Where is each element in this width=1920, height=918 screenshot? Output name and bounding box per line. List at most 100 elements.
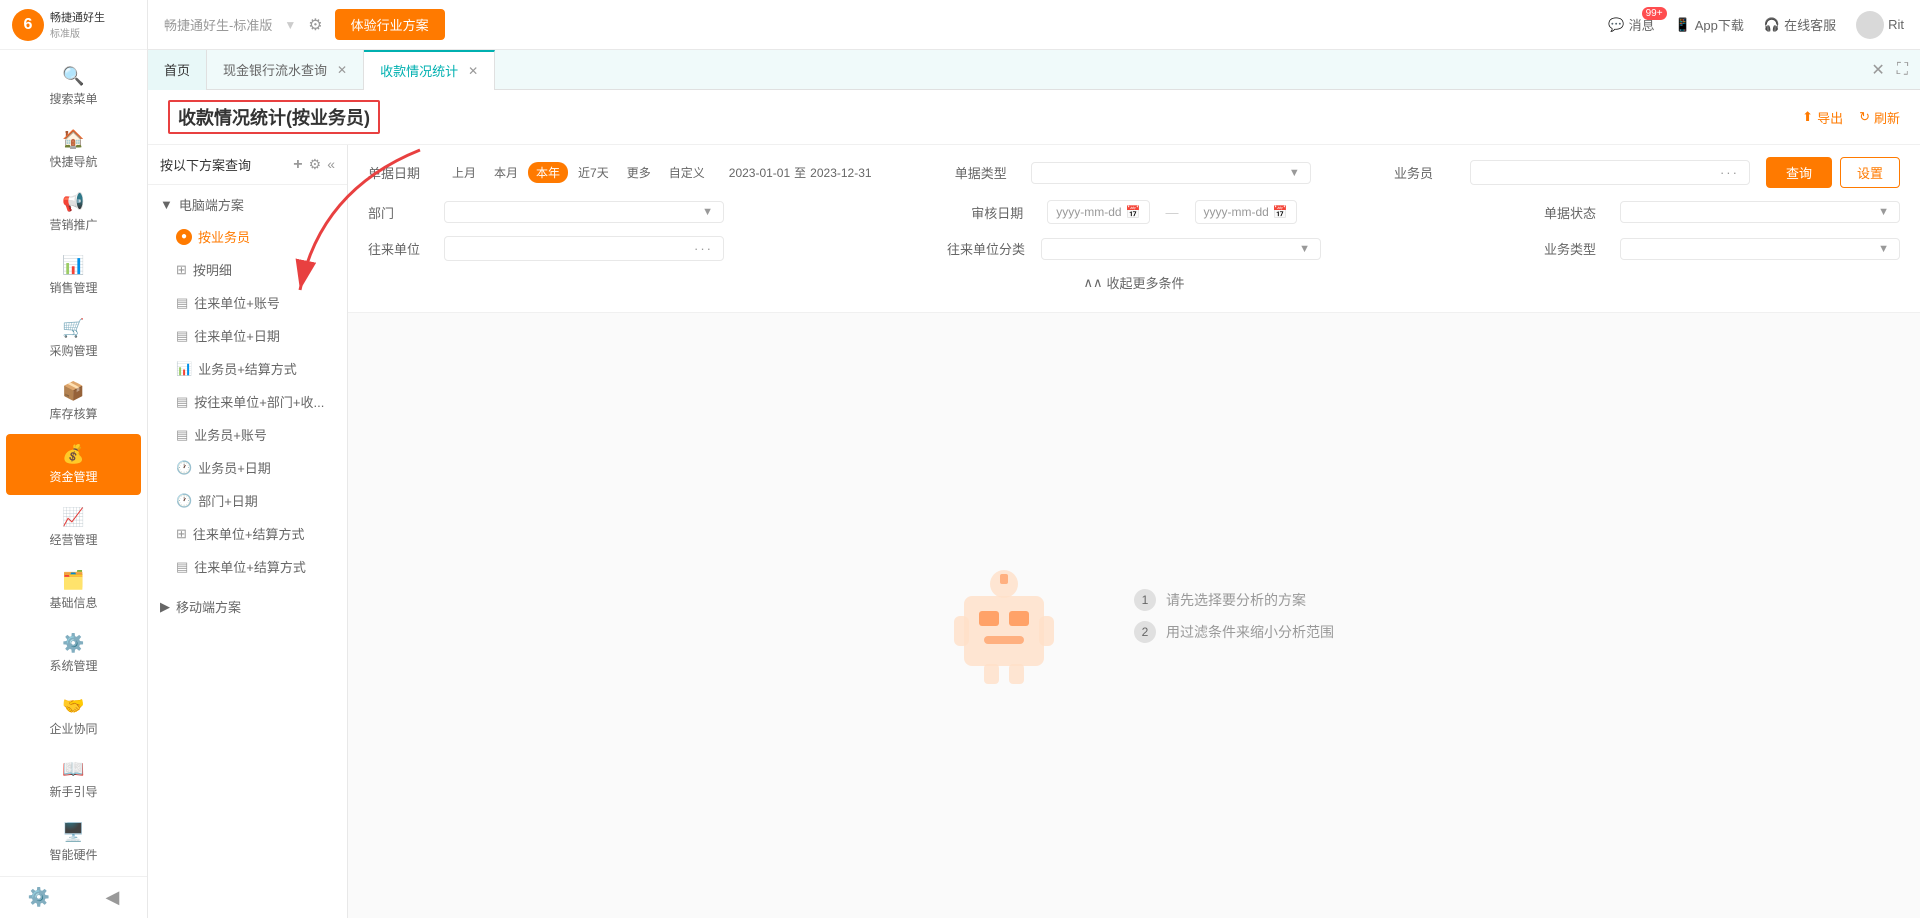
sidebar-item-system[interactable]: ⚙️ 系统管理 xyxy=(6,623,141,684)
partner-settlement1-icon: ⊞ xyxy=(176,526,187,542)
sidebar-item-hardware[interactable]: 🖥️ 智能硬件 xyxy=(6,812,141,873)
collapse-sidebar-icon[interactable]: ◀ xyxy=(105,887,119,908)
pc-plan-group-header[interactable]: ▼ 电脑端方案 xyxy=(148,189,347,220)
tab-expand-icon[interactable]: ⛶ xyxy=(1897,61,1908,79)
sidebar-item-inventory[interactable]: 📦 库存核算 xyxy=(6,371,141,432)
sidebar-item-sales[interactable]: 📊 销售管理 xyxy=(6,245,141,306)
left-panel: 按以下方案查询 + ⚙ « ▼ 电脑端方案 ● 按业务员 xyxy=(148,145,348,918)
plan-label-partner-account: 往来单位+账号 xyxy=(194,293,280,312)
date-tab-this-month[interactable]: 本月 xyxy=(486,162,526,183)
plan-label-detail: 按明细 xyxy=(193,260,232,279)
date-tab-custom[interactable]: 自定义 xyxy=(661,162,713,183)
user-avatar-area[interactable]: Rit xyxy=(1856,11,1904,39)
tab-receipt-close[interactable]: ✕ xyxy=(468,64,478,78)
topbar-dropdown-icon[interactable]: ▼ xyxy=(284,18,296,32)
plan-item-salesperson-date[interactable]: 🕐 业务员+日期 xyxy=(148,451,347,484)
sidebar-item-finance[interactable]: 💰 资金管理 xyxy=(6,434,141,495)
plan-settings-btn[interactable]: ⚙ xyxy=(309,156,322,174)
refresh-btn[interactable]: ↻ 刷新 xyxy=(1859,108,1900,127)
plan-label-salesperson-date: 业务员+日期 xyxy=(198,458,271,477)
tab-home[interactable]: 首页 xyxy=(148,50,207,90)
tab-bank[interactable]: 现金银行流水查询 ✕ xyxy=(207,50,364,90)
date-tab-more[interactable]: 更多 xyxy=(619,162,659,183)
calendar-from-icon[interactable]: 📅 xyxy=(1126,205,1141,219)
plan-label-salesperson-account: 业务员+账号 xyxy=(194,425,267,444)
step-1-num: 1 xyxy=(1134,589,1156,611)
nav-label-sales: 销售管理 xyxy=(49,279,97,296)
dept-select[interactable]: ▼ xyxy=(444,201,724,223)
mobile-plan-group-header[interactable]: ▶ 移动端方案 xyxy=(148,591,347,622)
nav-label-operations: 经营管理 xyxy=(49,531,97,548)
sidebar-item-purchase[interactable]: 🛒 采购管理 xyxy=(6,308,141,369)
plan-item-by-detail[interactable]: ⊞ 按明细 xyxy=(148,253,347,286)
nav-label-marketing: 营销推广 xyxy=(49,216,97,233)
date-tab-last-month[interactable]: 上月 xyxy=(444,162,484,183)
logo-name: 畅捷通好生 xyxy=(50,9,105,25)
review-date-from[interactable]: yyyy-mm-dd 📅 xyxy=(1047,200,1149,224)
query-btn[interactable]: 查询 xyxy=(1766,157,1832,188)
topbar-settings-icon[interactable]: ⚙ xyxy=(308,15,322,35)
empty-step-2: 2 用过滤条件来缩小分析范围 xyxy=(1134,621,1334,643)
sidebar-nav: 🔍 搜索菜单 🏠 快捷导航 📢 营销推广 📊 销售管理 🛒 采购管理 📦 库存核… xyxy=(0,50,147,876)
settings-btn[interactable]: 设置 xyxy=(1840,157,1900,188)
review-date-separator: — xyxy=(1166,205,1179,220)
panel-collapse-btn[interactable]: « xyxy=(327,156,335,174)
pc-group-collapse-icon: ▼ xyxy=(160,197,173,212)
basic-icon: 🗂️ xyxy=(62,570,84,591)
plan-item-salesperson-account[interactable]: ▤ 业务员+账号 xyxy=(148,418,347,451)
dept-label: 部门 xyxy=(368,203,428,222)
message-btn[interactable]: 💬 消息 99+ xyxy=(1608,15,1654,34)
partner-type-select[interactable]: ▼ xyxy=(1041,238,1321,260)
doc-type-select[interactable]: ▼ xyxy=(1031,162,1311,184)
doc-type-chevron: ▼ xyxy=(1289,167,1300,179)
plan-item-partner-dept-income[interactable]: ▤ 按往来单位+部门+收... xyxy=(148,385,347,418)
filter-actions-row1: 查询 设置 xyxy=(1766,157,1900,188)
tab-receipt[interactable]: 收款情况统计 ✕ xyxy=(364,50,495,90)
date-label: 单据日期 xyxy=(368,163,428,182)
plan-item-partner-settlement2[interactable]: ▤ 往来单位+结算方式 xyxy=(148,550,347,583)
salesperson-date-icon: 🕐 xyxy=(176,460,192,476)
trial-btn[interactable]: 体验行业方案 xyxy=(335,9,445,40)
nav-label-hardware: 智能硬件 xyxy=(49,846,97,863)
nav-label-system: 系统管理 xyxy=(49,657,97,674)
export-icon: ⬆ xyxy=(1802,109,1813,125)
left-panel-title: 按以下方案查询 xyxy=(160,155,251,174)
review-date-to[interactable]: yyyy-mm-dd 📅 xyxy=(1195,200,1297,224)
plan-label-salesperson-settlement: 业务员+结算方式 xyxy=(198,359,297,378)
plan-item-partner-account[interactable]: ▤ 往来单位+账号 xyxy=(148,286,347,319)
sidebar-item-guide[interactable]: 📖 新手引导 xyxy=(6,749,141,810)
sidebar-item-basic[interactable]: 🗂️ 基础信息 xyxy=(6,560,141,621)
settings-bottom-icon[interactable]: ⚙️ xyxy=(28,887,50,908)
partner-more-dots[interactable]: ··· xyxy=(694,241,713,256)
date-tab-7days[interactable]: 近7天 xyxy=(570,162,617,183)
online-service-btn[interactable]: 🎧 在线客服 xyxy=(1764,15,1836,34)
salesperson-more-dots[interactable]: ··· xyxy=(1720,165,1739,180)
pc-plan-group: ▼ 电脑端方案 ● 按业务员 ⊞ 按明细 ▤ 往来单位+账号 xyxy=(148,185,347,587)
collapse-filter-btn[interactable]: ∧∧ 收起更多条件 xyxy=(368,273,1900,292)
sidebar-item-marketing[interactable]: 📢 营销推广 xyxy=(6,182,141,243)
hardware-icon: 🖥️ xyxy=(62,822,84,843)
right-panel: 单据日期 上月 本月 本年 近7天 更多 自定义 2023-01-01 至 xyxy=(348,145,1920,918)
plan-item-partner-date[interactable]: ▤ 往来单位+日期 xyxy=(148,319,347,352)
sidebar-item-search[interactable]: 🔍 搜索菜单 xyxy=(6,56,141,117)
plan-item-salesperson-settlement[interactable]: 📊 业务员+结算方式 xyxy=(148,352,347,385)
app-download-btn[interactable]: 📱 App下载 xyxy=(1675,15,1744,34)
add-plan-btn[interactable]: + xyxy=(293,156,302,174)
tab-bank-close[interactable]: ✕ xyxy=(337,63,347,77)
date-tab-this-year[interactable]: 本年 xyxy=(528,162,568,183)
plan-item-dept-date[interactable]: 🕐 部门+日期 xyxy=(148,484,347,517)
sidebar: 6 畅捷通好生 标准版 🔍 搜索菜单 🏠 快捷导航 📢 营销推广 📊 销售管理 … xyxy=(0,0,148,918)
partner-select[interactable]: ··· xyxy=(444,236,724,261)
doc-status-select[interactable]: ▼ xyxy=(1620,201,1900,223)
mobile-plan-group: ▶ 移动端方案 xyxy=(148,587,347,626)
salesperson-select[interactable]: ··· xyxy=(1470,160,1750,185)
sidebar-item-quicknav[interactable]: 🏠 快捷导航 xyxy=(6,119,141,180)
sidebar-item-corp[interactable]: 🤝 企业协同 xyxy=(6,686,141,747)
tab-close-all-icon[interactable]: ✕ xyxy=(1871,60,1884,80)
sidebar-item-operations[interactable]: 📈 经营管理 xyxy=(6,497,141,558)
biz-type-select[interactable]: ▼ xyxy=(1620,238,1900,260)
export-btn[interactable]: ⬆ 导出 xyxy=(1802,108,1843,127)
calendar-to-icon[interactable]: 📅 xyxy=(1273,205,1288,219)
plan-item-by-salesperson[interactable]: ● 按业务员 xyxy=(148,220,347,253)
plan-item-partner-settlement1[interactable]: ⊞ 往来单位+结算方式 xyxy=(148,517,347,550)
